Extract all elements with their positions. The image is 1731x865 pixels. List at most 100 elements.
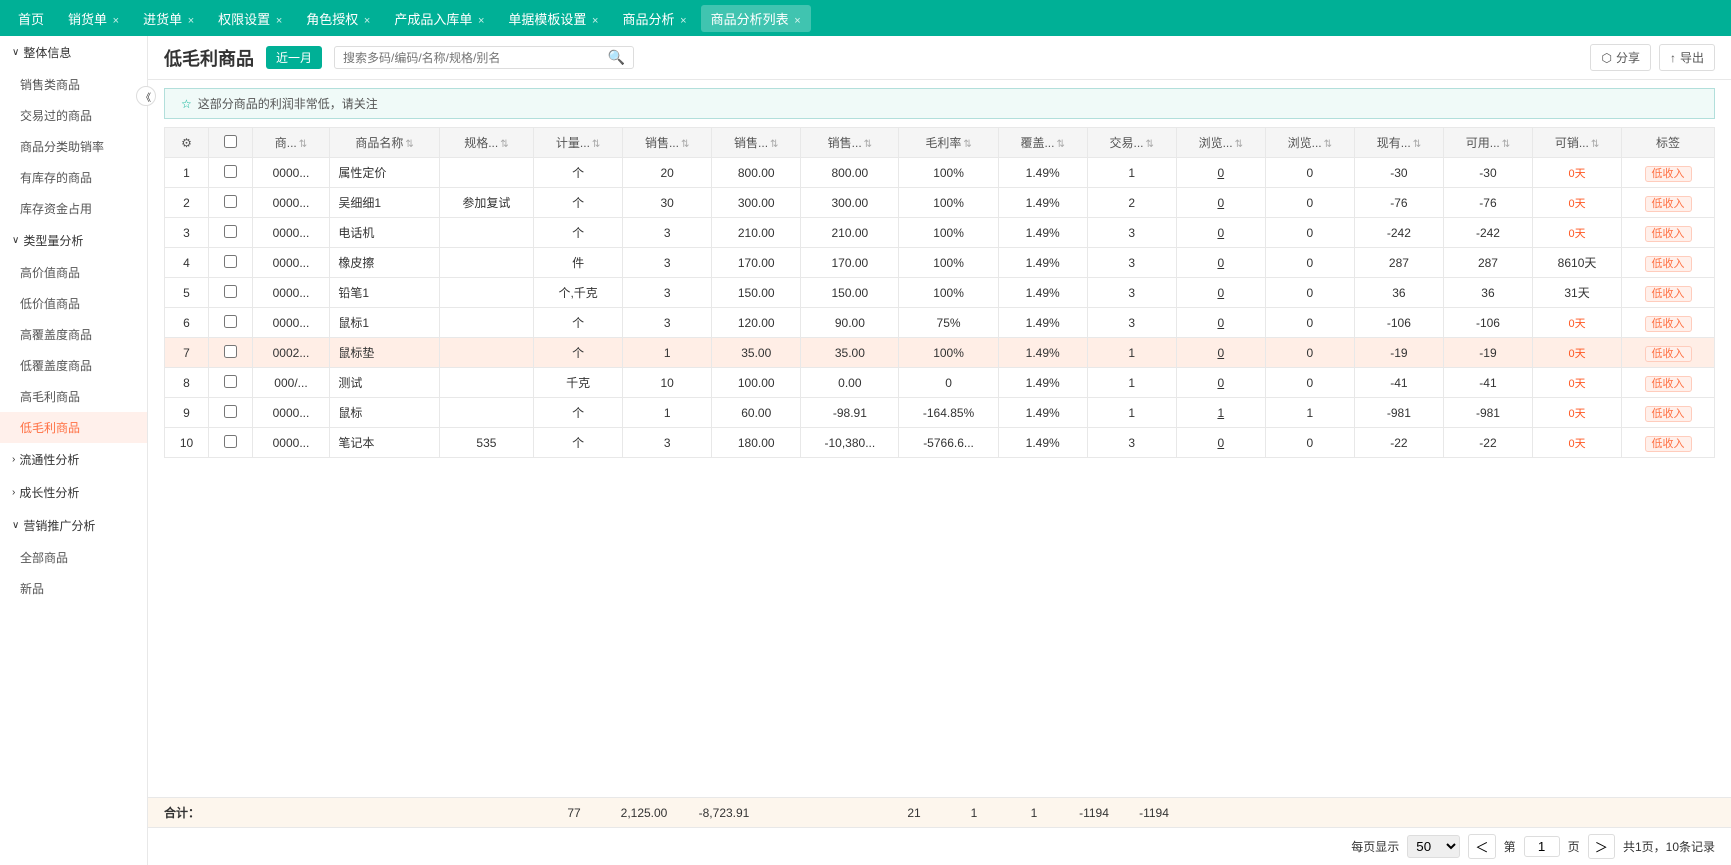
cell-browse1[interactable]: 0 xyxy=(1176,428,1265,458)
cell-checkbox[interactable] xyxy=(209,368,253,398)
row-checkbox[interactable] xyxy=(224,255,237,268)
page-size-select[interactable]: 50 100 200 xyxy=(1407,835,1460,858)
nav-item-home[interactable]: 首页 xyxy=(8,5,54,32)
row-checkbox[interactable] xyxy=(224,375,237,388)
nav-close-template[interactable]: × xyxy=(592,15,598,27)
share-button[interactable]: ⬡ 分享 xyxy=(1590,44,1651,71)
sidebar-group-overview[interactable]: ∨ 整体信息 xyxy=(0,36,147,69)
cell-checkbox[interactable] xyxy=(209,188,253,218)
nav-close-analysis-list[interactable]: × xyxy=(794,15,800,27)
cell-checkbox[interactable] xyxy=(209,398,253,428)
row-checkbox[interactable] xyxy=(224,195,237,208)
row-checkbox[interactable] xyxy=(224,405,237,418)
sidebar-item-in-stock[interactable]: 有库存的商品 xyxy=(0,162,147,193)
cell-checkbox[interactable] xyxy=(209,248,253,278)
nav-item-analysis[interactable]: 商品分析 × xyxy=(612,5,696,32)
nav-item-product-entry[interactable]: 产成品入库单 × xyxy=(384,5,494,32)
th-tag[interactable]: 标签 xyxy=(1622,128,1715,158)
row-checkbox[interactable] xyxy=(224,315,237,328)
table-container[interactable]: ⚙ 商...⇅ 商品名称⇅ 规格...⇅ 计量...⇅ 销售...⇅ 销售...… xyxy=(148,119,1731,797)
th-sales3[interactable]: 销售...⇅ xyxy=(801,128,899,158)
th-browse2[interactable]: 浏览...⇅ xyxy=(1265,128,1354,158)
th-name[interactable]: 商品名称⇅ xyxy=(330,128,439,158)
th-browse1[interactable]: 浏览...⇅ xyxy=(1176,128,1265,158)
select-all-checkbox[interactable] xyxy=(224,135,237,148)
cell-unit: 个 xyxy=(534,218,623,248)
row-checkbox[interactable] xyxy=(224,225,237,238)
th-sellable[interactable]: 可销...⇅ xyxy=(1533,128,1622,158)
sidebar-item-high-coverage[interactable]: 高覆盖度商品 xyxy=(0,319,147,350)
collapse-sidebar-button[interactable]: 《 xyxy=(136,86,156,106)
sidebar-item-new-goods[interactable]: 新品 xyxy=(0,573,147,604)
sidebar-item-category-rate[interactable]: 商品分类助销率 xyxy=(0,131,147,162)
th-unit[interactable]: 计量...⇅ xyxy=(534,128,623,158)
nav-item-purchase[interactable]: 进货单 × xyxy=(133,5,204,32)
sort-unit-icon: ⇅ xyxy=(592,139,600,150)
th-trade[interactable]: 交易...⇅ xyxy=(1087,128,1176,158)
sidebar-group-growth[interactable]: › 成长性分析 xyxy=(0,476,147,509)
search-icon[interactable]: 🔍 xyxy=(608,49,625,66)
th-spec[interactable]: 规格...⇅ xyxy=(439,128,533,158)
filter-date-button[interactable]: 近一月 xyxy=(266,46,322,69)
cell-checkbox[interactable] xyxy=(209,218,253,248)
cell-gross: 100% xyxy=(899,188,998,218)
sidebar-item-low-value[interactable]: 低价值商品 xyxy=(0,288,147,319)
cell-name: 鼠标 xyxy=(330,398,439,428)
prev-page-button[interactable]: ＜ xyxy=(1468,834,1495,859)
cell-browse1[interactable]: 0 xyxy=(1176,338,1265,368)
nav-close-roles[interactable]: × xyxy=(364,15,370,27)
th-settings[interactable]: ⚙ xyxy=(165,128,209,158)
th-available[interactable]: 可用...⇅ xyxy=(1443,128,1532,158)
nav-close-analysis[interactable]: × xyxy=(680,15,686,27)
cell-gross: -5766.6... xyxy=(899,428,998,458)
th-sales2[interactable]: 销售...⇅ xyxy=(712,128,801,158)
nav-close-sales[interactable]: × xyxy=(113,15,119,27)
sidebar-group-circulation[interactable]: › 流通性分析 xyxy=(0,443,147,476)
sidebar-item-all-goods[interactable]: 全部商品 xyxy=(0,542,147,573)
nav-close-permissions[interactable]: × xyxy=(276,15,282,27)
cell-browse1[interactable]: 0 xyxy=(1176,158,1265,188)
cell-browse1[interactable]: 0 xyxy=(1176,308,1265,338)
cell-browse1[interactable]: 0 xyxy=(1176,248,1265,278)
th-checkbox[interactable] xyxy=(209,128,253,158)
row-checkbox[interactable] xyxy=(224,165,237,178)
sidebar-item-high-gross[interactable]: 高毛利商品 xyxy=(0,381,147,412)
cell-checkbox[interactable] xyxy=(209,278,253,308)
th-current[interactable]: 现有...⇅ xyxy=(1354,128,1443,158)
page-number-input[interactable] xyxy=(1524,836,1560,857)
export-button[interactable]: ↑ 导出 xyxy=(1659,44,1715,71)
sidebar-item-traded-goods[interactable]: 交易过的商品 xyxy=(0,100,147,131)
nav-close-purchase[interactable]: × xyxy=(188,15,194,27)
nav-item-template[interactable]: 单据模板设置 × xyxy=(498,5,608,32)
sidebar-item-high-value[interactable]: 高价值商品 xyxy=(0,257,147,288)
sidebar-item-sales-goods[interactable]: 销售类商品 xyxy=(0,69,147,100)
th-sales1[interactable]: 销售...⇅ xyxy=(623,128,712,158)
nav-item-sales[interactable]: 销货单 × xyxy=(58,5,129,32)
cell-browse1[interactable]: 0 xyxy=(1176,188,1265,218)
row-checkbox[interactable] xyxy=(224,285,237,298)
sidebar-item-low-gross[interactable]: 低毛利商品 xyxy=(0,412,147,443)
th-code[interactable]: 商...⇅ xyxy=(252,128,330,158)
th-gross[interactable]: 毛利率⇅ xyxy=(899,128,998,158)
cell-browse1[interactable]: 0 xyxy=(1176,218,1265,248)
sidebar-item-low-coverage[interactable]: 低覆盖度商品 xyxy=(0,350,147,381)
cell-checkbox[interactable] xyxy=(209,338,253,368)
nav-item-roles[interactable]: 角色授权 × xyxy=(296,5,380,32)
nav-item-permissions[interactable]: 权限设置 × xyxy=(208,5,292,32)
row-checkbox[interactable] xyxy=(224,435,237,448)
cell-checkbox[interactable] xyxy=(209,158,253,188)
nav-item-analysis-list[interactable]: 商品分析列表 × xyxy=(701,5,811,32)
cell-browse1[interactable]: 1 xyxy=(1176,398,1265,428)
sidebar-item-inventory-capital[interactable]: 库存资金占用 xyxy=(0,193,147,224)
cell-checkbox[interactable] xyxy=(209,428,253,458)
sidebar-group-marketing[interactable]: ∨ 营销推广分析 xyxy=(0,509,147,542)
nav-close-product-entry[interactable]: × xyxy=(478,15,484,27)
cell-checkbox[interactable] xyxy=(209,308,253,338)
cell-browse1[interactable]: 0 xyxy=(1176,368,1265,398)
search-input[interactable] xyxy=(343,51,608,65)
cell-browse1[interactable]: 0 xyxy=(1176,278,1265,308)
next-page-button[interactable]: ＞ xyxy=(1588,834,1615,859)
row-checkbox[interactable] xyxy=(224,345,237,358)
th-coverage[interactable]: 覆盖...⇅ xyxy=(998,128,1087,158)
sidebar-group-type[interactable]: ∨ 类型量分析 xyxy=(0,224,147,257)
